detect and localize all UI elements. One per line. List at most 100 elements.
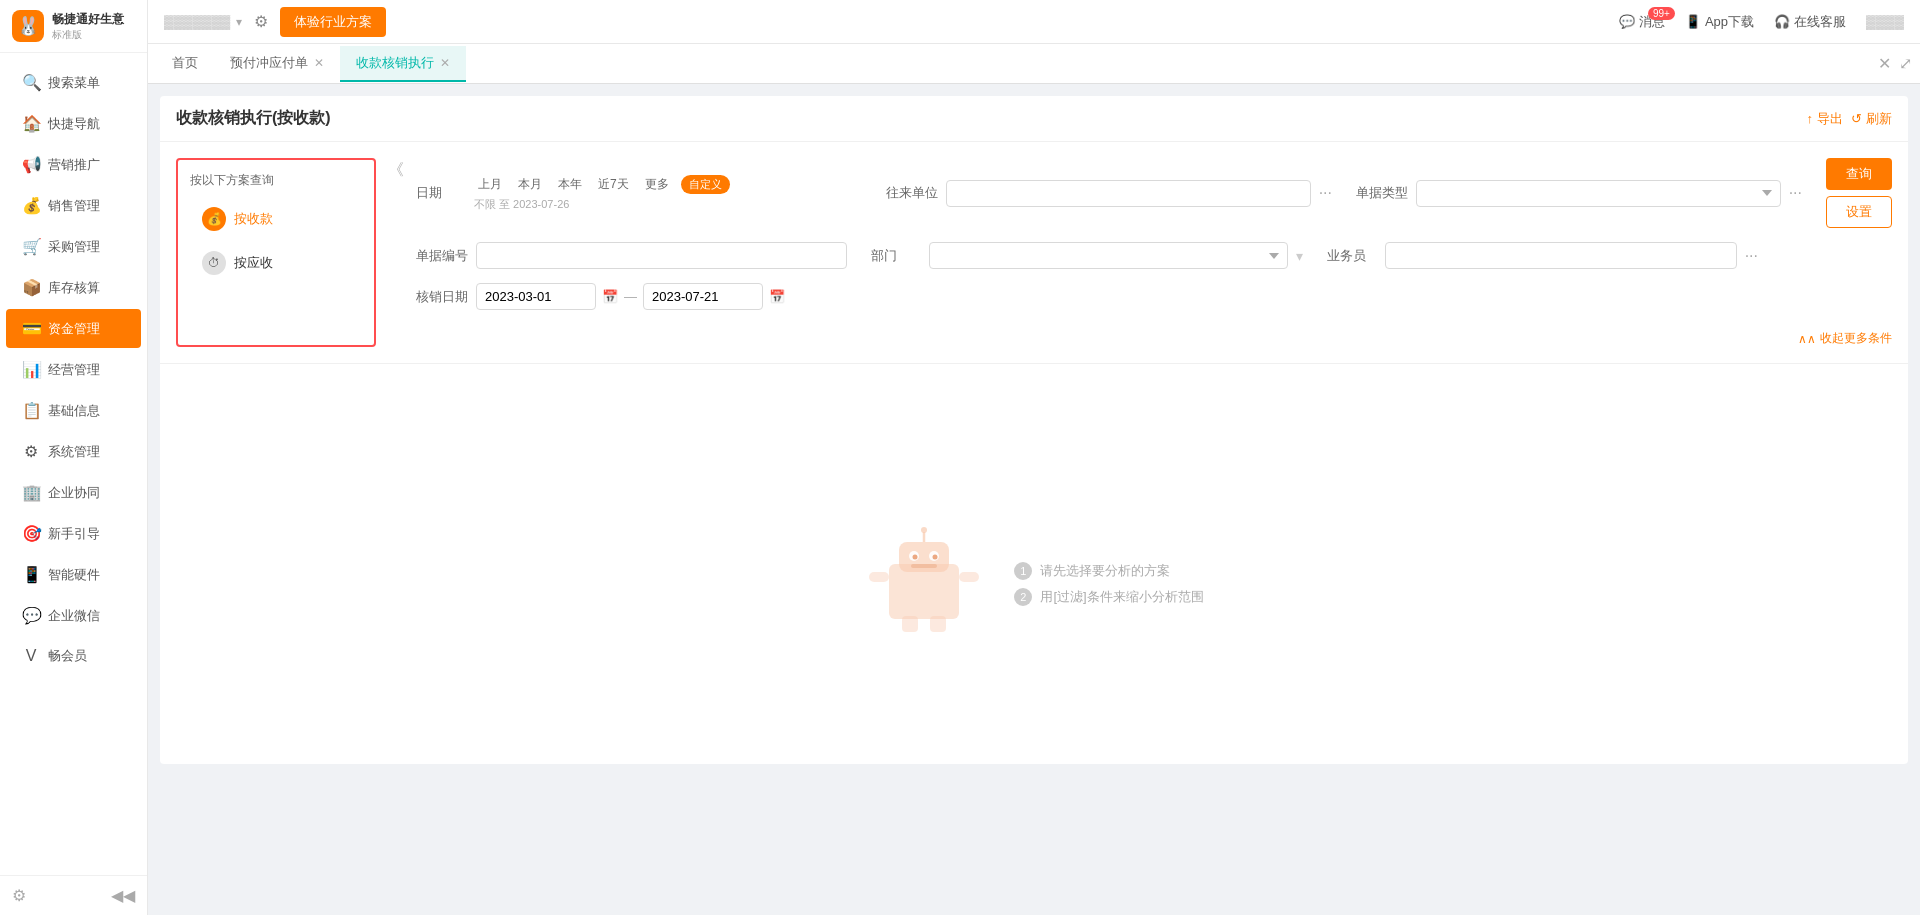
tab-receipt[interactable]: 收款核销执行 ✕ bbox=[340, 46, 466, 82]
enterprise-icon: 🏢 bbox=[22, 483, 40, 502]
settings-bottom-icon[interactable]: ⚙ bbox=[12, 886, 26, 905]
topbar-chevron-icon[interactable]: ▾ bbox=[236, 15, 242, 29]
filter-option-by-receivable[interactable]: ⏱ 按应收 bbox=[190, 243, 362, 283]
date-custom[interactable]: 自定义 bbox=[681, 175, 730, 194]
filter-date-item: 日期 上月 本月 本年 近7天 更多 自定义 不限 至 2023-07-26 bbox=[416, 174, 862, 212]
tab-prepay[interactable]: 预付冲应付单 ✕ bbox=[214, 46, 340, 82]
sidebar-item-marketing[interactable]: 📢 营销推广 bbox=[6, 145, 141, 184]
date-7days[interactable]: 近7天 bbox=[594, 174, 633, 195]
query-button[interactable]: 查询 bbox=[1826, 158, 1892, 190]
empty-tip-2: 2 用[过滤]条件来缩小分析范围 bbox=[1014, 588, 1203, 606]
doctype-label: 单据类型 bbox=[1356, 184, 1408, 202]
prepay-label: 预付冲应付单 bbox=[230, 54, 308, 72]
wechat-icon: 💬 bbox=[22, 606, 40, 625]
tab-prepay-close-icon[interactable]: ✕ bbox=[314, 56, 324, 70]
tip-num-2: 2 bbox=[1014, 588, 1032, 606]
receivable-option-label: 按应收 bbox=[234, 254, 273, 272]
staff-input[interactable] bbox=[1385, 242, 1737, 269]
filter-scheme-panel: 按以下方案查询 💰 按收款 ⏱ 按应收 bbox=[176, 158, 376, 347]
tabbar-close-icon[interactable]: ✕ bbox=[1878, 54, 1891, 73]
tabbar: 首页 预付冲应付单 ✕ 收款核销执行 ✕ ✕ ⤢ bbox=[148, 44, 1920, 84]
staff-more-icon[interactable]: ··· bbox=[1745, 247, 1758, 265]
verify-date-start[interactable] bbox=[476, 283, 596, 310]
partner-more-icon[interactable]: ··· bbox=[1319, 184, 1332, 202]
sidebar-item-quick[interactable]: 🏠快捷导航 bbox=[6, 104, 141, 143]
sidebar-label-enterprise: 企业协同 bbox=[48, 484, 100, 502]
doctype-select[interactable] bbox=[1416, 180, 1781, 207]
topbar-user: ▓▓▓▓ bbox=[1866, 14, 1904, 29]
member-icon: V bbox=[22, 647, 40, 665]
sidebar-item-operation[interactable]: 📊经营管理 bbox=[6, 350, 141, 389]
filter-toggle-icon[interactable]: 《 bbox=[388, 160, 404, 181]
sidebar-item-hardware[interactable]: 📱智能硬件 bbox=[6, 555, 141, 594]
sidebar-item-system[interactable]: ⚙系统管理 bbox=[6, 432, 141, 471]
sidebar-item-member[interactable]: V 畅会员 bbox=[6, 637, 141, 675]
export-button[interactable]: ↑ 导出 bbox=[1807, 110, 1844, 128]
marketing-icon: 📢 bbox=[22, 155, 40, 174]
sidebar-label-sales: 销售管理 bbox=[48, 197, 100, 215]
doctype-more-icon[interactable]: ··· bbox=[1789, 184, 1802, 202]
topbar-service[interactable]: 🎧 在线客服 bbox=[1774, 13, 1846, 31]
finance-icon: 💳 bbox=[22, 319, 40, 338]
filter-panel: 按以下方案查询 💰 按收款 ⏱ 按应收 《 bbox=[160, 142, 1908, 364]
svg-rect-8 bbox=[911, 564, 937, 568]
receipt-option-label: 按收款 bbox=[234, 210, 273, 228]
date-more[interactable]: 更多 bbox=[641, 174, 673, 195]
sidebar-item-purchase[interactable]: 🛒采购管理 bbox=[6, 227, 141, 266]
robot-illustration-area: 1 请先选择要分析的方案 2 用[过滤]条件来缩小分析范围 bbox=[864, 524, 1203, 644]
receivable-option-icon: ⏱ bbox=[202, 251, 226, 275]
filter-option-by-receipt[interactable]: 💰 按收款 bbox=[190, 199, 362, 239]
sidebar-item-sales[interactable]: 💰销售管理 bbox=[6, 186, 141, 225]
app-label: App下载 bbox=[1705, 13, 1754, 31]
purchase-icon: 🛒 bbox=[22, 237, 40, 256]
tab-home[interactable]: 首页 bbox=[156, 46, 214, 82]
sidebar-item-basic[interactable]: 📋基础信息 bbox=[6, 391, 141, 430]
docno-input[interactable] bbox=[476, 242, 847, 269]
sidebar-label-marketing: 营销推广 bbox=[48, 156, 100, 174]
sidebar-item-finance[interactable]: 💳资金管理 bbox=[6, 309, 141, 348]
filter-fields: 日期 上月 本月 本年 近7天 更多 自定义 不限 至 2023-07-26 bbox=[416, 158, 1892, 347]
sidebar-item-enterprise[interactable]: 🏢 企业协同 bbox=[6, 473, 141, 512]
sidebar-item-search[interactable]: 🔍搜索菜单 bbox=[6, 63, 141, 102]
solution-button[interactable]: 体验行业方案 bbox=[280, 7, 386, 37]
verify-date-end[interactable] bbox=[643, 283, 763, 310]
sidebar-label-member: 畅会员 bbox=[48, 647, 87, 665]
guide-icon: 🎯 bbox=[22, 524, 40, 543]
tabbar-expand-icon[interactable]: ⤢ bbox=[1899, 54, 1912, 73]
tab-receipt-close-icon[interactable]: ✕ bbox=[440, 56, 450, 70]
date-this-year[interactable]: 本年 bbox=[554, 174, 586, 195]
refresh-button[interactable]: ↺ 刷新 bbox=[1851, 110, 1892, 128]
refresh-icon: ↺ bbox=[1851, 111, 1862, 126]
sidebar-item-inventory[interactable]: 📦库存核算 bbox=[6, 268, 141, 307]
verify-date-range: 📅 — 📅 bbox=[476, 283, 785, 310]
filter-dept-item: 部门 ▾ bbox=[871, 242, 1302, 269]
cal-start-icon[interactable]: 📅 bbox=[602, 289, 618, 304]
collapse-more-button[interactable]: ∧∧ 收起更多条件 bbox=[1798, 330, 1892, 347]
filter-doctype-item: 单据类型 ··· bbox=[1356, 180, 1802, 207]
content-area: 收款核销执行(按收款) ↑ 导出 ↺ 刷新 按以下方案查询 bbox=[148, 84, 1920, 915]
filter-row-3: 核销日期 📅 — 📅 bbox=[416, 283, 1892, 310]
topbar-gear-icon[interactable]: ⚙ bbox=[254, 12, 268, 31]
receipt-label: 收款核销执行 bbox=[356, 54, 434, 72]
page-header: 收款核销执行(按收款) ↑ 导出 ↺ 刷新 bbox=[160, 96, 1908, 142]
filter-row-2: 单据编号 部门 ▾ bbox=[416, 242, 1892, 269]
date-this-month[interactable]: 本月 bbox=[514, 174, 546, 195]
cal-end-icon[interactable]: 📅 bbox=[769, 289, 785, 304]
tip-text-2: 用[过滤]条件来缩小分析范围 bbox=[1040, 588, 1203, 606]
collapse-up-icon: ∧∧ bbox=[1798, 332, 1816, 346]
verifydate-label: 核销日期 bbox=[416, 288, 468, 306]
collapse-sidebar-icon[interactable]: ◀◀ bbox=[111, 886, 135, 905]
page-title: 收款核销执行(按收款) bbox=[176, 108, 331, 129]
partner-input[interactable] bbox=[946, 180, 1311, 207]
topbar-message[interactable]: 💬 消息 99+ bbox=[1619, 13, 1665, 31]
sidebar-label-hardware: 智能硬件 bbox=[48, 566, 100, 584]
dept-select[interactable] bbox=[929, 242, 1287, 269]
setting-button[interactable]: 设置 bbox=[1826, 196, 1892, 228]
basic-icon: 📋 bbox=[22, 401, 40, 420]
date-last-month[interactable]: 上月 bbox=[474, 174, 506, 195]
sidebar-item-wechat[interactable]: 💬企业微信 bbox=[6, 596, 141, 635]
svg-rect-12 bbox=[959, 572, 979, 582]
sidebar-item-guide[interactable]: 🎯新手引导 bbox=[6, 514, 141, 553]
topbar-app-download[interactable]: 📱 App下载 bbox=[1685, 13, 1754, 31]
logo-icon: 🐰 bbox=[12, 10, 44, 42]
